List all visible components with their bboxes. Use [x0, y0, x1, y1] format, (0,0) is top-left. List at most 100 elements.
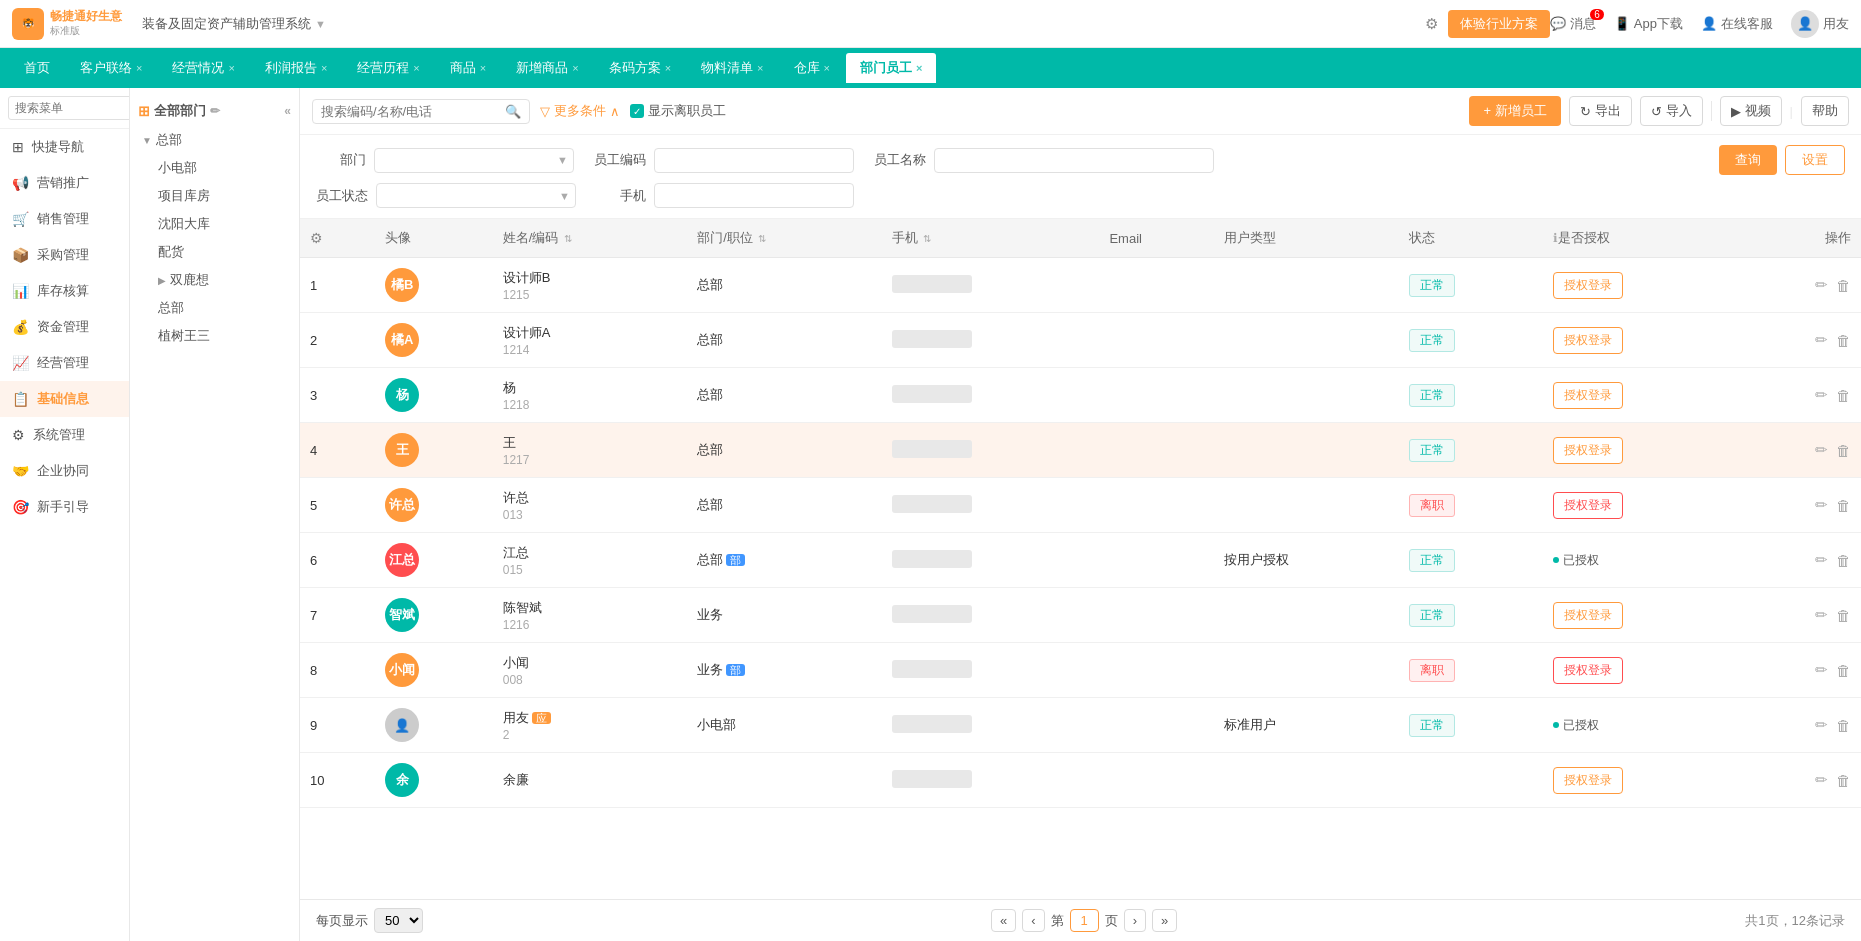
- next-page-button[interactable]: ›: [1124, 909, 1146, 932]
- show-resigned-checkbox[interactable]: ✓ 显示离职员工: [630, 102, 726, 120]
- edit-button[interactable]: ✏: [1815, 716, 1828, 734]
- dept-node-zongbu-root[interactable]: ▼ 总部: [130, 126, 299, 154]
- edit-button[interactable]: ✏: [1815, 661, 1828, 679]
- sidebar-item-quick-nav[interactable]: ⊞ 快捷导航: [0, 129, 129, 165]
- tab-dept-employee[interactable]: 部门员工 ×: [846, 53, 936, 83]
- delete-button[interactable]: 🗑: [1836, 607, 1851, 624]
- auth-button[interactable]: 授权登录: [1553, 602, 1623, 629]
- dept-node-zongbu[interactable]: 总部: [130, 294, 299, 322]
- tab-profit[interactable]: 利润报告 ×: [251, 53, 341, 83]
- tab-new-goods[interactable]: 新增商品 ×: [502, 53, 592, 83]
- add-employee-button[interactable]: + 新增员工: [1469, 96, 1560, 126]
- info-icon[interactable]: ℹ: [1553, 231, 1558, 245]
- search-input[interactable]: [321, 104, 501, 119]
- tab-warehouse[interactable]: 仓库 ×: [780, 53, 844, 83]
- tab-process[interactable]: 经营历程 ×: [343, 53, 433, 83]
- close-icon[interactable]: ×: [572, 62, 578, 74]
- per-page-select[interactable]: 50: [374, 908, 423, 933]
- close-icon[interactable]: ×: [228, 62, 234, 74]
- collapse-icon[interactable]: «: [284, 104, 291, 118]
- auth-button[interactable]: 授权登录: [1553, 492, 1623, 519]
- emp-name-input[interactable]: [934, 148, 1214, 173]
- chevron-down-icon[interactable]: ▼: [315, 18, 326, 30]
- last-page-button[interactable]: »: [1152, 909, 1177, 932]
- delete-button[interactable]: 🗑: [1836, 552, 1851, 569]
- delete-button[interactable]: 🗑: [1836, 442, 1851, 459]
- sidebar-item-system[interactable]: ⚙ 系统管理: [0, 417, 129, 453]
- dept-node-shenyang[interactable]: 沈阳大库: [130, 210, 299, 238]
- video-button[interactable]: ▶ 视频: [1720, 96, 1782, 126]
- auth-button[interactable]: 授权登录: [1553, 437, 1623, 464]
- gear-icon[interactable]: ⚙: [1425, 15, 1438, 33]
- sidebar-item-marketing[interactable]: 📢 营销推广: [0, 165, 129, 201]
- help-button[interactable]: 帮助: [1801, 96, 1849, 126]
- dept-node-xiaodianbü[interactable]: 小电部: [130, 154, 299, 182]
- first-page-button[interactable]: «: [991, 909, 1016, 932]
- auth-button[interactable]: 授权登录: [1553, 657, 1623, 684]
- close-icon[interactable]: ×: [413, 62, 419, 74]
- sidebar-item-enterprise[interactable]: 🤝 企业协同: [0, 453, 129, 489]
- import-button[interactable]: ↺ 导入: [1640, 96, 1703, 126]
- message-button[interactable]: 💬 消息 6: [1550, 15, 1596, 33]
- edit-icon[interactable]: ✏: [210, 104, 220, 118]
- sidebar-item-operation[interactable]: 📈 经营管理: [0, 345, 129, 381]
- reset-button[interactable]: 设置: [1785, 145, 1845, 175]
- sort-icon[interactable]: ⇅: [564, 233, 572, 244]
- edit-button[interactable]: ✏: [1815, 496, 1828, 514]
- emp-code-input[interactable]: [654, 148, 854, 173]
- dept-node-peihuo[interactable]: 配货: [130, 238, 299, 266]
- sidebar-item-guide[interactable]: 🎯 新手引导: [0, 489, 129, 525]
- sidebar-item-inventory[interactable]: 📊 库存核算: [0, 273, 129, 309]
- dept-node-project[interactable]: 项目库房: [130, 182, 299, 210]
- settings-icon[interactable]: ⚙: [310, 230, 323, 246]
- auth-button[interactable]: 授权登录: [1553, 382, 1623, 409]
- dept-select[interactable]: [374, 148, 574, 173]
- export-button[interactable]: ↻ 导出: [1569, 96, 1632, 126]
- user-menu[interactable]: 👤 用友: [1791, 10, 1849, 38]
- sort-icon[interactable]: ⇅: [923, 233, 931, 244]
- edit-button[interactable]: ✏: [1815, 551, 1828, 569]
- auth-button[interactable]: 授权登录: [1553, 327, 1623, 354]
- close-icon[interactable]: ×: [916, 62, 922, 74]
- sidebar-item-basic-info[interactable]: 📋 基础信息: [0, 381, 129, 417]
- query-button[interactable]: 查询: [1719, 145, 1777, 175]
- tab-material[interactable]: 物料清单 ×: [687, 53, 777, 83]
- close-icon[interactable]: ×: [480, 62, 486, 74]
- phone-input[interactable]: [654, 183, 854, 208]
- edit-button[interactable]: ✏: [1815, 606, 1828, 624]
- edit-button[interactable]: ✏: [1815, 276, 1828, 294]
- delete-button[interactable]: 🗑: [1836, 332, 1851, 349]
- auth-button[interactable]: 授权登录: [1553, 767, 1623, 794]
- close-icon[interactable]: ×: [136, 62, 142, 74]
- delete-button[interactable]: 🗑: [1836, 717, 1851, 734]
- tab-business[interactable]: 经营情况 ×: [158, 53, 248, 83]
- sidebar-search-input[interactable]: [8, 96, 130, 120]
- trial-button[interactable]: 体验行业方案: [1448, 10, 1550, 38]
- edit-button[interactable]: ✏: [1815, 386, 1828, 404]
- close-icon[interactable]: ×: [757, 62, 763, 74]
- edit-button[interactable]: ✏: [1815, 441, 1828, 459]
- more-conditions-button[interactable]: ▽ 更多条件 ∧: [540, 102, 620, 120]
- tab-barcode[interactable]: 条码方案 ×: [595, 53, 685, 83]
- delete-button[interactable]: 🗑: [1836, 277, 1851, 294]
- close-icon[interactable]: ×: [321, 62, 327, 74]
- tab-goods[interactable]: 商品 ×: [436, 53, 500, 83]
- auth-button[interactable]: 授权登录: [1553, 272, 1623, 299]
- sort-icon[interactable]: ⇅: [758, 233, 766, 244]
- delete-button[interactable]: 🗑: [1836, 772, 1851, 789]
- dept-node-plant[interactable]: 植树王三: [130, 322, 299, 350]
- edit-button[interactable]: ✏: [1815, 331, 1828, 349]
- delete-button[interactable]: 🗑: [1836, 497, 1851, 514]
- sidebar-item-purchase[interactable]: 📦 采购管理: [0, 237, 129, 273]
- emp-status-select[interactable]: [376, 183, 576, 208]
- edit-button[interactable]: ✏: [1815, 771, 1828, 789]
- sidebar-item-sales[interactable]: 🛒 销售管理: [0, 201, 129, 237]
- sidebar-item-finance[interactable]: 💰 资金管理: [0, 309, 129, 345]
- app-download-button[interactable]: 📱 App下载: [1614, 15, 1683, 33]
- tab-home[interactable]: 首页: [10, 53, 64, 83]
- delete-button[interactable]: 🗑: [1836, 662, 1851, 679]
- dept-node-shuangmeng[interactable]: ▶ 双鹿想: [130, 266, 299, 294]
- close-icon[interactable]: ×: [665, 62, 671, 74]
- close-icon[interactable]: ×: [824, 62, 830, 74]
- tab-customer[interactable]: 客户联络 ×: [66, 53, 156, 83]
